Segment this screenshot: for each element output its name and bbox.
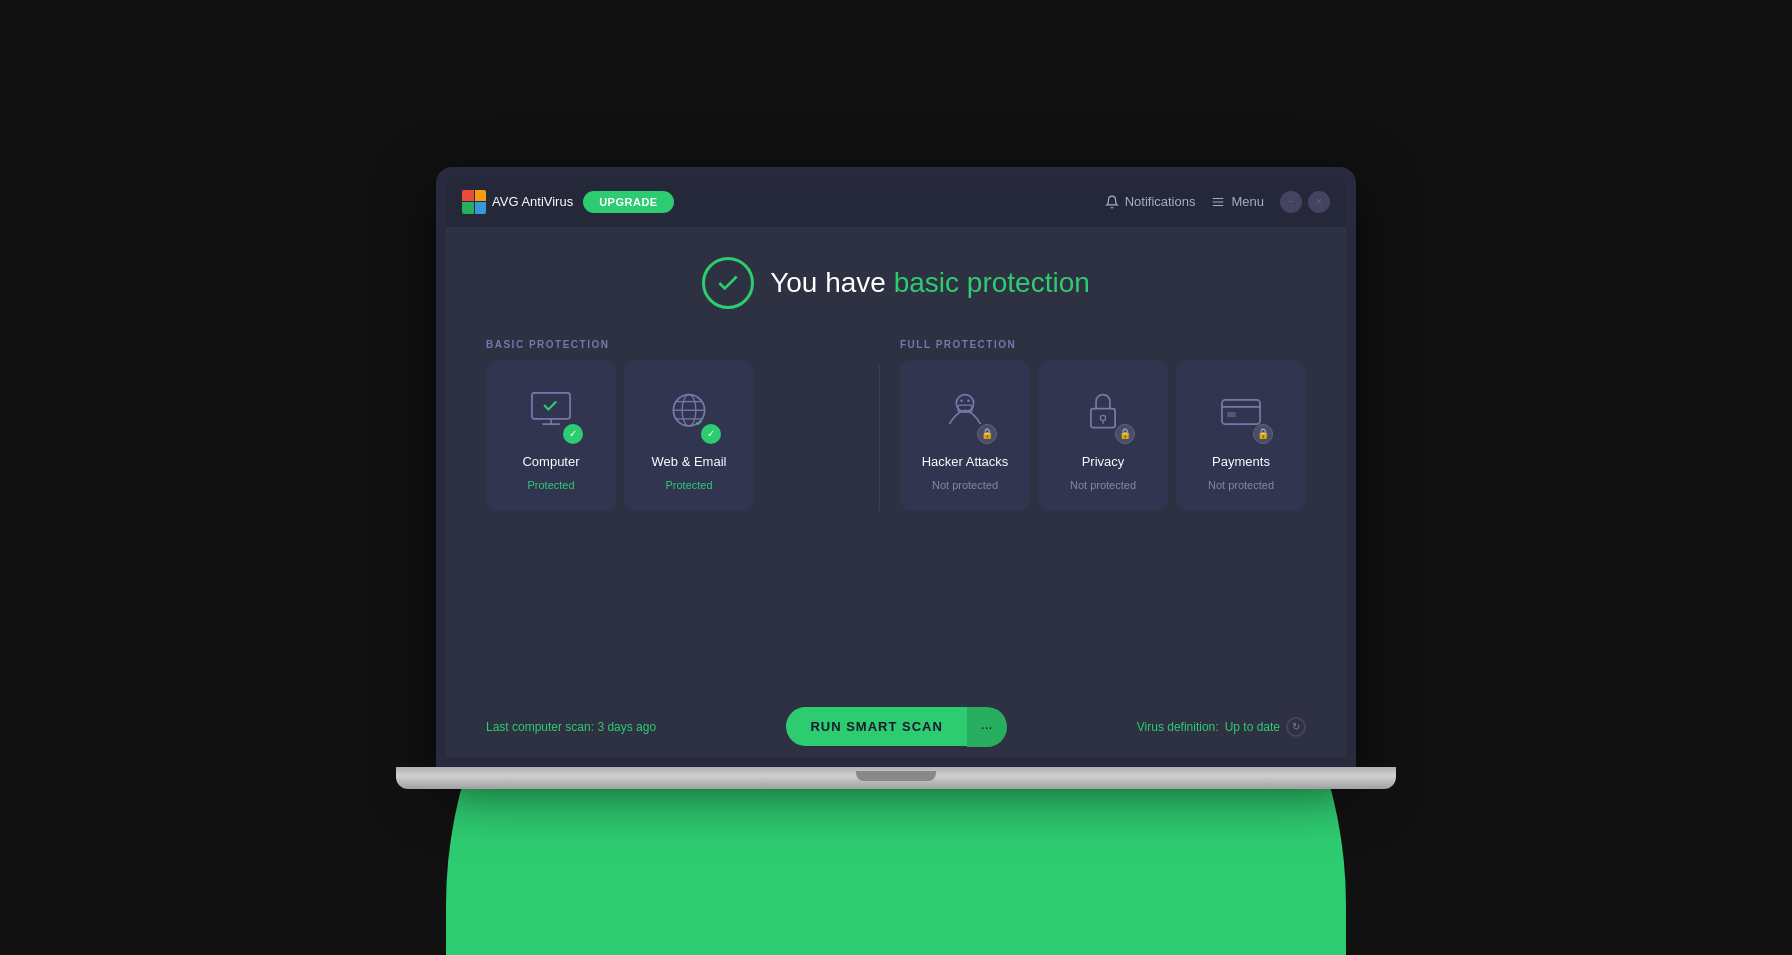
- payments-status-badge: 🔒: [1253, 424, 1273, 444]
- notifications-button[interactable]: Notifications: [1105, 194, 1196, 209]
- last-scan-value: 3 days ago: [597, 720, 656, 734]
- privacy-status-badge: 🔒: [1115, 424, 1135, 444]
- hero-check-circle: [702, 257, 754, 309]
- web-email-status-badge: ✓: [701, 424, 721, 444]
- bottom-bar: Last computer scan: 3 days ago RUN SMART…: [446, 697, 1346, 757]
- scan-btn-wrap: RUN SMART SCAN ···: [786, 707, 1006, 747]
- payments-card-title: Payments: [1212, 454, 1270, 469]
- upgrade-button[interactable]: UPGRADE: [583, 191, 674, 213]
- hacker-card-title: Hacker Attacks: [922, 454, 1009, 469]
- avg-logo: AVG AntiVirus: [462, 190, 573, 214]
- payments-card-status: Not protected: [1208, 479, 1274, 491]
- last-scan-text: Last computer scan: 3 days ago: [486, 720, 656, 734]
- svg-point-11: [960, 399, 963, 402]
- titlebar: AVG AntiVirus UPGRADE Notifications: [446, 177, 1346, 227]
- refresh-icon[interactable]: ↻: [1286, 717, 1306, 737]
- minimize-button[interactable]: −: [1280, 191, 1302, 213]
- protection-container: BASIC PROTECTION ✓: [486, 339, 1306, 511]
- hacker-icon-wrap: 🔒: [933, 380, 997, 444]
- bell-icon: [1105, 195, 1119, 209]
- web-email-card-status: Protected: [665, 479, 712, 491]
- computer-card-status: Protected: [527, 479, 574, 491]
- main-content: You have basic protection BASIC PROTECTI…: [446, 227, 1346, 697]
- laptop-screen: AVG AntiVirus UPGRADE Notifications: [436, 167, 1356, 767]
- titlebar-left: AVG AntiVirus UPGRADE: [462, 190, 674, 214]
- full-protection-section: FULL PROTECTION: [900, 339, 1306, 511]
- privacy-card-status: Not protected: [1070, 479, 1136, 491]
- avg-icon-blue: [475, 202, 487, 214]
- menu-button[interactable]: Menu: [1211, 194, 1264, 209]
- basic-protection-label: BASIC PROTECTION: [486, 339, 859, 350]
- svg-point-14: [1100, 415, 1105, 420]
- svg-rect-16: [1222, 399, 1260, 423]
- brand-text: AVG AntiVirus: [492, 194, 573, 209]
- menu-label: Menu: [1231, 194, 1264, 209]
- web-email-icon-wrap: ✓: [657, 380, 721, 444]
- hero-text-prefix: You have: [770, 267, 894, 298]
- payments-card[interactable]: 🔒 Payments Not protected: [1176, 360, 1306, 511]
- virus-def-prefix: Virus definition:: [1137, 720, 1219, 734]
- hacker-attacks-card[interactable]: 🔒 Hacker Attacks Not protected: [900, 360, 1030, 511]
- computer-status-badge: ✓: [563, 424, 583, 444]
- svg-rect-13: [1091, 408, 1115, 427]
- scan-more-button[interactable]: ···: [967, 707, 1007, 747]
- basic-protection-section: BASIC PROTECTION ✓: [486, 339, 859, 511]
- virus-def-value: Up to date: [1225, 720, 1280, 734]
- web-email-card[interactable]: ✓ Web & Email Protected: [624, 360, 754, 511]
- computer-card[interactable]: ✓ Computer Protected: [486, 360, 616, 511]
- full-protection-label: FULL PROTECTION: [900, 339, 1306, 350]
- hero-section: You have basic protection: [702, 257, 1090, 309]
- hero-checkmark-icon: [715, 270, 741, 296]
- payments-icon-wrap: 🔒: [1209, 380, 1273, 444]
- computer-card-title: Computer: [522, 454, 579, 469]
- computer-icon-wrap: ✓: [519, 380, 583, 444]
- avg-icon-green: [462, 202, 474, 214]
- basic-protection-cards: ✓ Computer Protected: [486, 360, 859, 511]
- virus-def-text: Virus definition: Up to date ↻: [1137, 717, 1306, 737]
- hacker-card-status: Not protected: [932, 479, 998, 491]
- avg-icon: [462, 190, 486, 214]
- hacker-status-badge: 🔒: [977, 424, 997, 444]
- web-email-card-title: Web & Email: [652, 454, 727, 469]
- notifications-label: Notifications: [1125, 194, 1196, 209]
- svg-rect-18: [1227, 412, 1236, 417]
- privacy-icon-wrap: 🔒: [1071, 380, 1135, 444]
- titlebar-right: Notifications Menu − ×: [1105, 191, 1330, 213]
- last-scan-prefix: Last computer scan:: [486, 720, 597, 734]
- menu-icon: [1211, 195, 1225, 209]
- run-scan-button[interactable]: RUN SMART SCAN: [786, 707, 966, 746]
- full-protection-cards: 🔒 Hacker Attacks Not protected: [900, 360, 1306, 511]
- close-button[interactable]: ×: [1308, 191, 1330, 213]
- protection-section-divider: [879, 365, 880, 511]
- avg-icon-orange: [475, 190, 487, 202]
- privacy-card-title: Privacy: [1082, 454, 1125, 469]
- hero-text-accent: basic protection: [894, 267, 1090, 298]
- privacy-card[interactable]: 🔒 Privacy Not protected: [1038, 360, 1168, 511]
- hero-text: You have basic protection: [770, 267, 1090, 299]
- laptop-base: [396, 767, 1396, 789]
- window-controls: − ×: [1280, 191, 1330, 213]
- svg-point-12: [967, 399, 970, 402]
- avg-icon-red: [462, 190, 474, 202]
- app-window: AVG AntiVirus UPGRADE Notifications: [446, 177, 1346, 757]
- laptop-wrapper: AVG AntiVirus UPGRADE Notifications: [396, 167, 1396, 789]
